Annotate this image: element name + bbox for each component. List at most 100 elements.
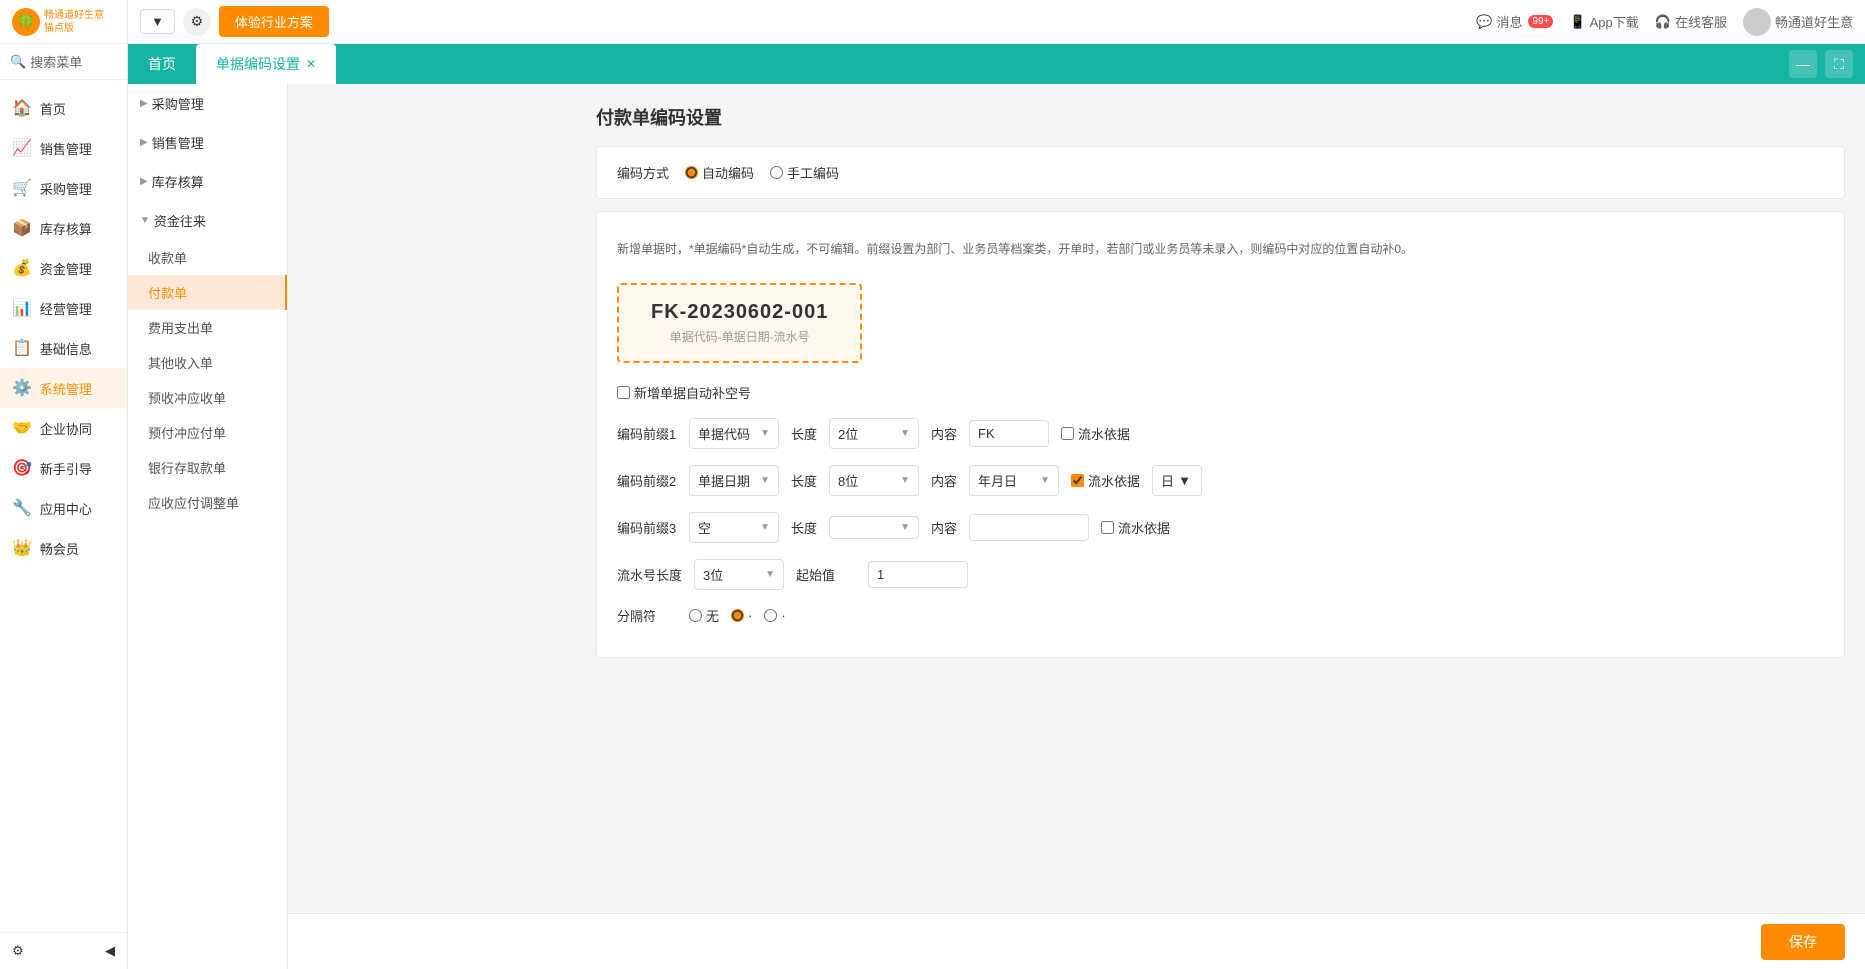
group-finance-title[interactable]: ▼ 资金往来	[128, 201, 287, 240]
prefix3-select[interactable]: 空 ▼	[689, 512, 779, 543]
save-button[interactable]: 保存	[1761, 924, 1845, 960]
tabbar-maximize-btn[interactable]: ⛶	[1825, 50, 1853, 78]
sidebar-item-home[interactable]: 🏠 首页	[0, 88, 127, 128]
prefix2-length-select[interactable]: 8位 ▼	[829, 465, 919, 496]
prefix3-waterfall-checkbox[interactable]	[1101, 521, 1114, 534]
prefix1-content-label: 内容	[931, 424, 957, 443]
prefix2-select[interactable]: 单据日期 ▼	[689, 465, 779, 496]
prefix3-dropdown-icon: ▼	[760, 522, 770, 533]
group-sales-title[interactable]: ▶ 销售管理	[128, 123, 287, 162]
sidebar-item-guide[interactable]: 🎯 新手引导	[0, 448, 127, 488]
left-panel-item-adjustment[interactable]: 应收应付调整单	[128, 485, 287, 520]
tab-close-icon[interactable]: ✕	[306, 57, 316, 71]
prefix2-row: 编码前缀2 单据日期 ▼ 长度 8位 ▼ 内容 年月日 ▼ 流水依据	[617, 465, 1824, 496]
manual-encoding-radio[interactable]	[770, 166, 783, 179]
serial-length-label: 流水号长度	[617, 565, 682, 584]
serial-length-select[interactable]: 3位 ▼	[694, 559, 784, 590]
bottom-bar: 保存	[288, 913, 1865, 969]
separator-none-option[interactable]: 无	[689, 606, 719, 625]
sidebar-nav: 🏠 首页 📈 销售管理 🛒 采购管理 📦 库存核算 💰 资金管理 📊 经营管理 …	[0, 80, 127, 932]
left-panel-item-other-income[interactable]: 其他收入单	[128, 345, 287, 380]
serial-length-dropdown-icon: ▼	[765, 569, 775, 580]
experience-btn[interactable]: 体验行业方案	[219, 6, 329, 37]
chevron-right-icon: ▶	[140, 98, 148, 109]
prefix1-dropdown-icon: ▼	[760, 428, 770, 439]
sidebar-item-finance[interactable]: 💰 资金管理	[0, 248, 127, 288]
left-panel-item-receipt[interactable]: 收款单	[128, 240, 287, 275]
prefix3-row: 编码前缀3 空 ▼ 长度 ▼ 内容 流水依据	[617, 512, 1824, 543]
company-dropdown[interactable]: ▼	[140, 9, 175, 34]
left-panel-item-advance-offset[interactable]: 预付冲应付单	[128, 415, 287, 450]
prefix2-waterfall-checkbox[interactable]	[1071, 474, 1084, 487]
sidebar-item-inventory[interactable]: 📦 库存核算	[0, 208, 127, 248]
operations-icon: 📊	[12, 298, 32, 318]
sidebar-item-vip[interactable]: 👑 畅会员	[0, 528, 127, 568]
message-icon: 💬	[1476, 14, 1492, 30]
enterprise-icon: 🤝	[12, 418, 32, 438]
prefix2-content-select[interactable]: 年月日 ▼	[969, 465, 1059, 496]
prefix2-day-select[interactable]: 日 ▼	[1152, 465, 1202, 496]
preview-box: FK-20230602-001 单据代码-单据日期-流水号	[617, 283, 862, 363]
serial-start-input[interactable]	[868, 561, 968, 588]
user-area[interactable]: 畅通道好生意	[1743, 8, 1853, 36]
auto-fill-checkbox-label[interactable]: 新增单据自动补空号	[617, 383, 751, 402]
sidebar-item-sales[interactable]: 📈 销售管理	[0, 128, 127, 168]
auto-fill-checkbox[interactable]	[617, 386, 630, 399]
prefix3-content-input[interactable]	[969, 514, 1089, 541]
tabbar-minimize-btn[interactable]: —	[1789, 50, 1817, 78]
prefix3-waterfall-label[interactable]: 流水依据	[1101, 518, 1170, 537]
chevron-down-icon: ▼	[140, 215, 150, 226]
left-panel-item-bank[interactable]: 银行存取款单	[128, 450, 287, 485]
group-inventory-title[interactable]: ▶ 库存核算	[128, 162, 287, 201]
left-panel-item-prepay-offset[interactable]: 预收冲应收单	[128, 380, 287, 415]
desc-text: 新增单据时，*单据编码*自动生成，不可编辑。前缀设置为部门、业务员等档案类，开单…	[617, 240, 1824, 259]
separator-dot2-option[interactable]: ·	[764, 608, 785, 623]
tab-home[interactable]: 首页	[128, 44, 196, 84]
auto-encoding-radio[interactable]	[685, 166, 698, 179]
manual-encoding-option[interactable]: 手工编码	[770, 163, 839, 182]
sidebar-settings-btn[interactable]: ⚙	[12, 943, 24, 959]
auto-encoding-option[interactable]: 自动编码	[685, 163, 754, 182]
sidebar-collapse-btn[interactable]: ◀	[105, 943, 115, 959]
online-service-btn[interactable]: 🎧 在线客服	[1655, 12, 1727, 31]
prefix1-waterfall-label[interactable]: 流水依据	[1061, 424, 1130, 443]
prefix1-length-select[interactable]: 2位 ▼	[829, 418, 919, 449]
separator-dot-option[interactable]: ·	[731, 608, 752, 623]
prefix2-content-label: 内容	[931, 471, 957, 490]
message-btn[interactable]: 💬 消息 99+	[1476, 12, 1553, 31]
avatar	[1743, 8, 1771, 36]
search-menu[interactable]: 🔍 搜索菜单	[0, 44, 127, 80]
group-purchase-title[interactable]: ▶ 采购管理	[128, 84, 287, 123]
group-inventory: ▶ 库存核算	[128, 162, 287, 201]
prefix2-waterfall-label[interactable]: 流水依据	[1071, 471, 1140, 490]
separator-none-radio[interactable]	[689, 609, 702, 622]
separator-dot2-radio[interactable]	[764, 609, 777, 622]
prefix1-content-input[interactable]	[969, 420, 1049, 447]
sidebar-logo-icon: 🍀	[12, 8, 40, 36]
sidebar-item-purchase[interactable]: 🛒 采购管理	[0, 168, 127, 208]
vip-icon: 👑	[12, 538, 32, 558]
sidebar-item-enterprise[interactable]: 🤝 企业协同	[0, 408, 127, 448]
tabbar: 首页 单据编码设置 ✕ — ⛶	[128, 44, 1865, 84]
sidebar-logo: 🍀 畅通道好生意 猫点版	[0, 0, 127, 44]
left-panel: ▶ 采购管理 ▶ 销售管理 ▶ 库存核算 ▼ 资金往来 收款单 付款单 费用支出…	[128, 84, 288, 969]
left-panel-item-expense[interactable]: 费用支出单	[128, 310, 287, 345]
sidebar-item-apps[interactable]: 🔧 应用中心	[0, 488, 127, 528]
prefix3-length-dropdown-icon: ▼	[900, 522, 910, 533]
main-content: 付款单编码设置 编码方式 自动编码 手工编码 新增单据时，*单据编	[576, 84, 1865, 969]
separator-dot-radio[interactable]	[731, 609, 744, 622]
prefix2-content-dropdown-icon: ▼	[1040, 475, 1050, 486]
download-icon: 📱	[1569, 14, 1585, 30]
chevron-right-icon-3: ▶	[140, 176, 148, 187]
prefix3-length-select[interactable]: ▼	[829, 516, 919, 539]
left-panel-item-payment[interactable]: 付款单	[128, 275, 287, 310]
sidebar-item-system[interactable]: ⚙️ 系统管理	[0, 368, 127, 408]
search-icon: 🔍	[10, 54, 26, 70]
app-download-btn[interactable]: 📱 App下载	[1569, 12, 1638, 31]
prefix1-waterfall-checkbox[interactable]	[1061, 427, 1074, 440]
settings-icon[interactable]: ⚙	[183, 8, 211, 36]
tab-encoding-settings[interactable]: 单据编码设置 ✕	[196, 44, 336, 84]
sidebar-item-operations[interactable]: 📊 经营管理	[0, 288, 127, 328]
sidebar-item-basic[interactable]: 📋 基础信息	[0, 328, 127, 368]
prefix1-select[interactable]: 单据代码 ▼	[689, 418, 779, 449]
